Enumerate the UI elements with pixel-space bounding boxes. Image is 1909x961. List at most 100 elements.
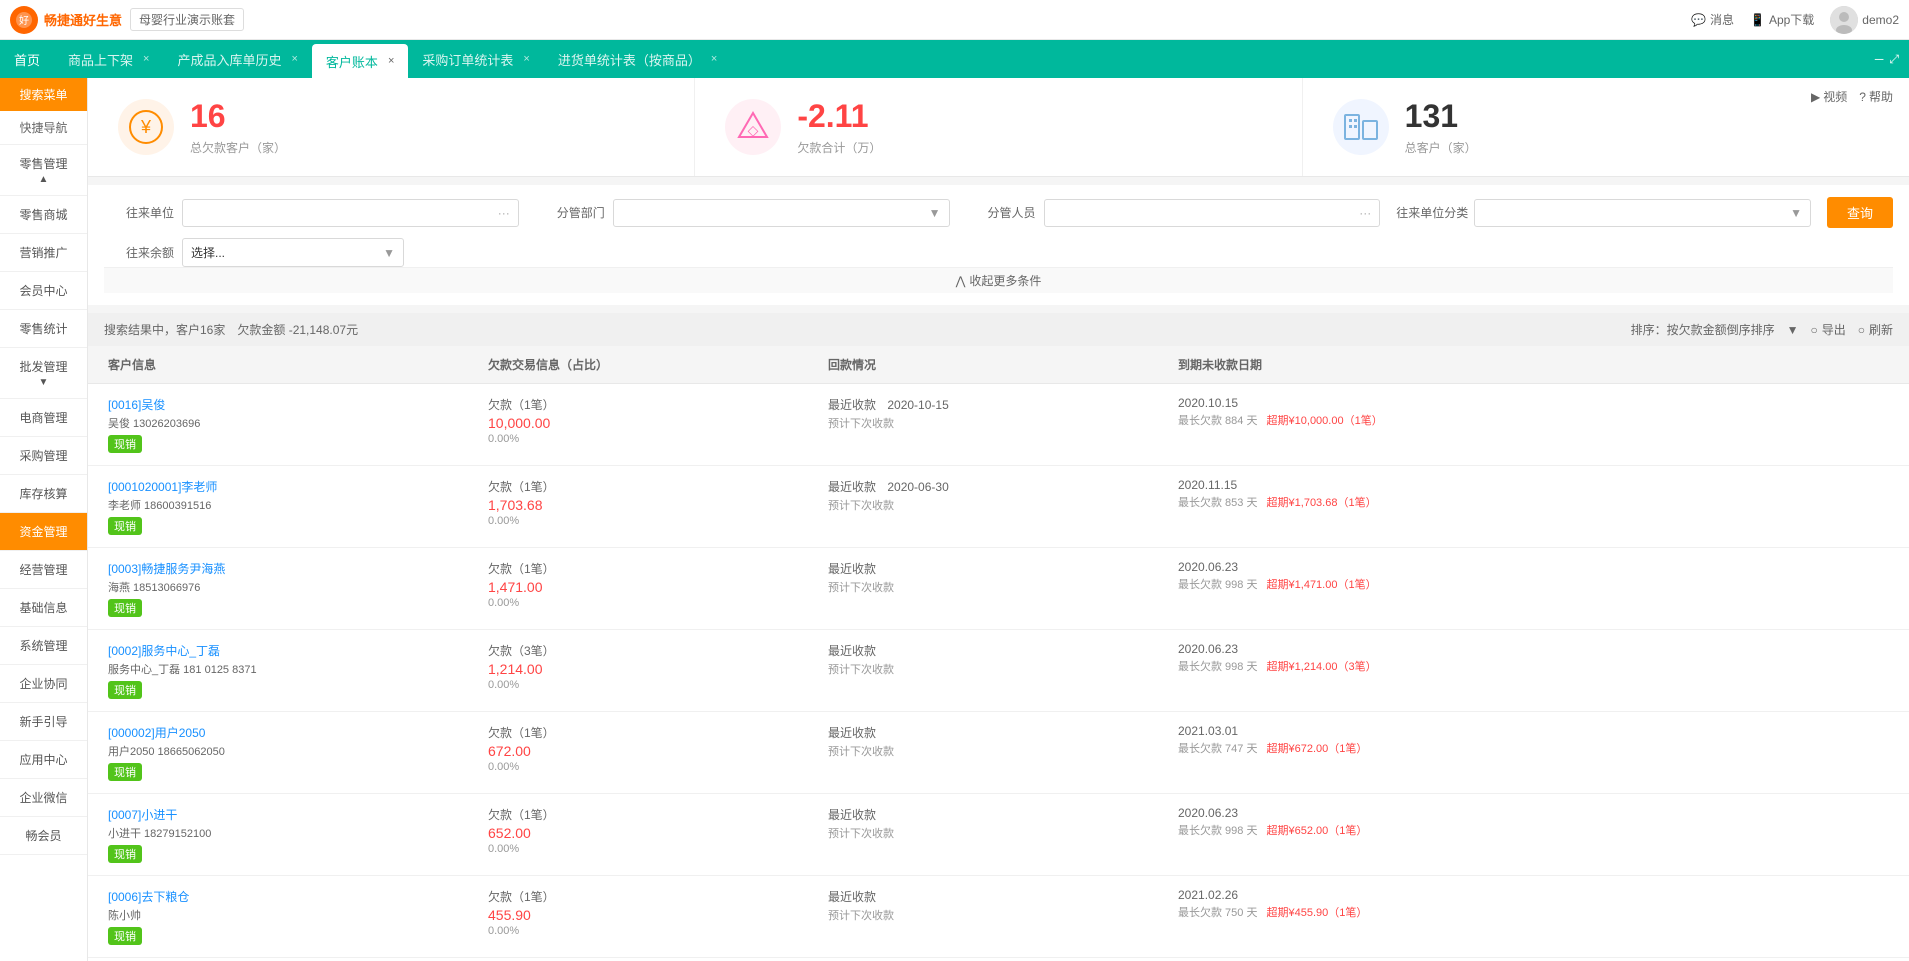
message-button[interactable]: 💬 消息 bbox=[1691, 11, 1734, 28]
customer-name-4[interactable]: [000002]用户2050 bbox=[108, 726, 205, 740]
help-icon: ? bbox=[1859, 90, 1866, 104]
recovery-label-4: 最近收款 bbox=[828, 724, 1170, 741]
close-tab-production[interactable]: × bbox=[291, 53, 297, 65]
customer-name-2[interactable]: [0003]畅捷服务尹海燕 bbox=[108, 562, 225, 576]
sidebar-item-retail-stats[interactable]: 零售统计 bbox=[0, 310, 87, 348]
sidebar-item-retail-mgmt[interactable]: 零售管理 ▲ bbox=[0, 145, 87, 196]
sidebar-item-purchase[interactable]: 采购管理 bbox=[0, 437, 87, 475]
tab-production[interactable]: 产成品入库单历史 × bbox=[163, 40, 311, 78]
help-action[interactable]: ? 帮助 bbox=[1859, 88, 1893, 105]
table-row: [000002]用户2050 用户2050 18665062050 现销 欠款（… bbox=[88, 712, 1909, 794]
sidebar-item-inventory[interactable]: 库存核算 bbox=[0, 475, 87, 513]
query-button[interactable]: 查询 bbox=[1827, 197, 1893, 228]
recovery-label-0: 最近收款 2020-10-15 bbox=[828, 396, 1170, 413]
filter-category: 往来单位分类 ▼ bbox=[1396, 199, 1811, 227]
table-row: [0003]畅捷服务尹海燕 海燕 18513066976 现销 欠款（1笔） 1… bbox=[88, 548, 1909, 630]
tab-home[interactable]: 首页 bbox=[0, 40, 54, 78]
total-customer-label: 总客户（家） bbox=[1405, 139, 1879, 156]
status-badge-1: 现销 bbox=[108, 517, 142, 535]
sort-chevron: ▼ bbox=[1787, 323, 1799, 337]
tab-products[interactable]: 商品上下架 × bbox=[54, 40, 163, 78]
table-row: [0016]吴俊 吴俊 13026203696 现销 欠款（1笔） 10,000… bbox=[88, 384, 1909, 466]
overdue-link-0[interactable]: 超期¥10,000.00（1笔） bbox=[1267, 415, 1383, 427]
logo-icon: 好 bbox=[10, 6, 38, 34]
recovery-next-4: 预计下次收款 bbox=[828, 743, 1170, 759]
debt-cell-3: 欠款（3笔） 1,214.00 0.00% bbox=[484, 642, 824, 699]
stat-icon-total bbox=[1333, 99, 1389, 155]
sidebar-item-finance[interactable]: 资金管理 bbox=[0, 513, 87, 551]
stat-icon-debt: ¥ bbox=[118, 99, 174, 155]
debt-percent-2: 0.00% bbox=[488, 597, 820, 609]
close-tab-purchase[interactable]: × bbox=[523, 53, 529, 65]
sidebar-item-wechat[interactable]: 企业微信 bbox=[0, 779, 87, 817]
stat-info-total: 131 总客户（家） bbox=[1405, 98, 1879, 156]
sidebar-item-wholesale-mgmt[interactable]: 批发管理 ▼ bbox=[0, 348, 87, 399]
refresh-button[interactable]: ○ 刷新 bbox=[1858, 321, 1893, 338]
sidebar-item-operations[interactable]: 经营管理 bbox=[0, 551, 87, 589]
collapse-button[interactable]: ⋀ 收起更多条件 bbox=[104, 267, 1893, 293]
overdue-date-5: 2020.06.23 bbox=[1178, 806, 1889, 820]
debt-amount-6: 455.90 bbox=[488, 907, 820, 923]
tab-inbound[interactable]: 进货单统计表（按商品） × bbox=[544, 40, 731, 78]
close-tab-customer[interactable]: × bbox=[388, 55, 394, 67]
customer-name-5[interactable]: [0007]小进干 bbox=[108, 808, 177, 822]
tab-customer-account[interactable]: 客户账本 × bbox=[312, 44, 408, 78]
overdue-link-3[interactable]: 超期¥1,214.00（3笔） bbox=[1267, 661, 1377, 673]
sidebar-item-basics[interactable]: 基础信息 bbox=[0, 589, 87, 627]
filter-input-supplier[interactable]: ··· bbox=[182, 199, 519, 227]
sidebar-quick-nav[interactable]: 快捷导航 bbox=[0, 111, 87, 145]
tab-purchase[interactable]: 采购订单统计表 × bbox=[408, 40, 543, 78]
debt-cell-2: 欠款（1笔） 1,471.00 0.00% bbox=[484, 560, 824, 617]
filter-input-person[interactable]: ··· bbox=[1044, 199, 1381, 227]
debt-amount-3: 1,214.00 bbox=[488, 661, 820, 677]
filter-select-dept[interactable]: ▼ bbox=[613, 199, 950, 227]
customer-phone-1: 李老师 18600391516 bbox=[108, 497, 480, 513]
recovery-next-2: 预计下次收款 bbox=[828, 579, 1170, 595]
sidebar-item-collab[interactable]: 企业协同 bbox=[0, 665, 87, 703]
maximize-icon[interactable]: ⤢ bbox=[1889, 52, 1899, 67]
result-count: 搜索结果中，客户16家 bbox=[104, 321, 225, 338]
customer-name-6[interactable]: [0006]去下粮仓 bbox=[108, 890, 189, 904]
chevron-down-category: ▼ bbox=[1790, 206, 1802, 220]
filter-select-balance[interactable]: 选择... ▼ bbox=[182, 238, 404, 267]
sidebar-search[interactable]: 搜索菜单 bbox=[0, 78, 87, 111]
refresh-icon: ○ bbox=[1858, 323, 1865, 337]
sidebar-item-ecommerce[interactable]: 电商管理 bbox=[0, 399, 87, 437]
close-tab-products[interactable]: × bbox=[143, 53, 149, 65]
customer-cell-5: [0007]小进干 小进干 18279152100 现销 bbox=[104, 806, 484, 863]
overdue-link-2[interactable]: 超期¥1,471.00（1笔） bbox=[1267, 579, 1377, 591]
stat-card-debt-customers: ¥ 16 总欠款客户（家） bbox=[88, 78, 695, 176]
customer-name-3[interactable]: [0002]服务中心_丁磊 bbox=[108, 644, 220, 658]
debt-label-0: 欠款（1笔） bbox=[488, 396, 820, 413]
sidebar-item-vip[interactable]: 畅会员 bbox=[0, 817, 87, 855]
close-tab-inbound[interactable]: × bbox=[711, 53, 717, 65]
col-header-recovery: 回款情况 bbox=[824, 356, 1174, 373]
chevron-down-icon: ▲ bbox=[39, 174, 49, 185]
customer-phone-6: 陈小帅 bbox=[108, 907, 480, 923]
customer-name-1[interactable]: [0001020001]李老师 bbox=[108, 480, 217, 494]
sidebar-item-apps[interactable]: 应用中心 bbox=[0, 741, 87, 779]
video-action[interactable]: ▶ 视频 bbox=[1811, 88, 1847, 105]
minimize-icon[interactable]: ─ bbox=[1875, 52, 1884, 66]
status-badge-5: 现销 bbox=[108, 845, 142, 863]
user-menu[interactable]: demo2 bbox=[1830, 6, 1899, 34]
overdue-link-4[interactable]: 超期¥672.00（1笔） bbox=[1267, 743, 1368, 755]
sidebar-item-guide[interactable]: 新手引导 bbox=[0, 703, 87, 741]
app-download-button[interactable]: 📱 App下载 bbox=[1750, 11, 1814, 28]
recovery-label-2: 最近收款 bbox=[828, 560, 1170, 577]
overdue-link-6[interactable]: 超期¥455.90（1笔） bbox=[1267, 907, 1368, 919]
overdue-link-1[interactable]: 超期¥1,703.68（1笔） bbox=[1267, 497, 1377, 509]
sidebar-item-marketing[interactable]: 营销推广 bbox=[0, 234, 87, 272]
overdue-cell-4: 2021.03.01 最长欠款 747 天 超期¥672.00（1笔） bbox=[1174, 724, 1893, 781]
company-selector[interactable]: 母婴行业演示账套 bbox=[130, 8, 244, 31]
export-button[interactable]: ○ 导出 bbox=[1810, 321, 1845, 338]
chevron-down-balance: ▼ bbox=[383, 246, 395, 260]
overdue-link-5[interactable]: 超期¥652.00（1笔） bbox=[1267, 825, 1368, 837]
sidebar-item-member[interactable]: 会员中心 bbox=[0, 272, 87, 310]
recovery-cell-4: 最近收款 预计下次收款 bbox=[824, 724, 1174, 781]
sidebar-item-retail-mall[interactable]: 零售商城 bbox=[0, 196, 87, 234]
filter-select-category[interactable]: ▼ bbox=[1474, 199, 1811, 227]
sidebar-item-system[interactable]: 系统管理 bbox=[0, 627, 87, 665]
stat-info-debt-total: -2.11 欠款合计（万） bbox=[797, 98, 1271, 156]
customer-name-0[interactable]: [0016]吴俊 bbox=[108, 398, 165, 412]
